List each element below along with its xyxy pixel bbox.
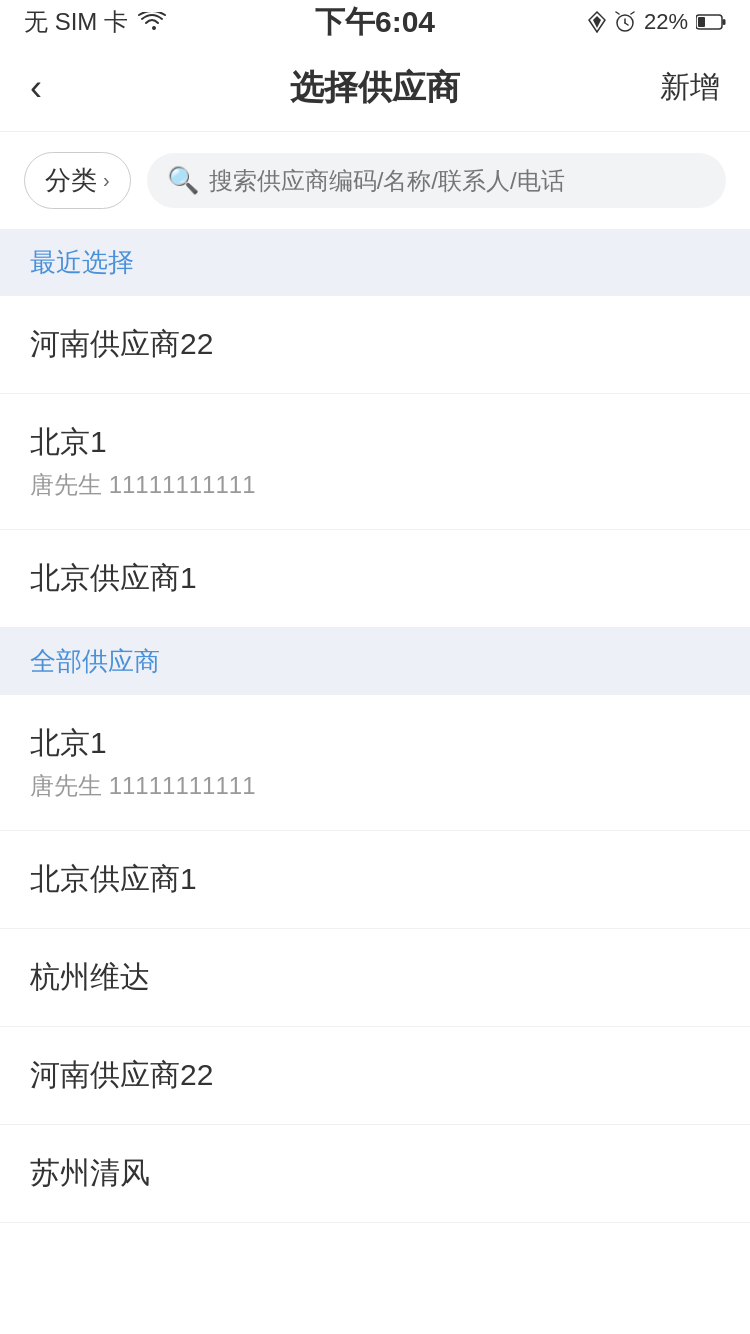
alarm-icon <box>614 11 636 33</box>
category-button[interactable]: 分类 › <box>24 152 131 209</box>
battery-icon <box>696 14 726 30</box>
item-name: 河南供应商22 <box>30 324 720 365</box>
chevron-right-icon: › <box>103 169 110 192</box>
item-name: 北京供应商1 <box>30 558 720 599</box>
item-name: 苏州清风 <box>30 1153 720 1194</box>
list-item[interactable]: 河南供应商22 <box>0 1027 750 1125</box>
status-right: 22% <box>588 9 726 35</box>
all-section-header: 全部供应商 <box>0 628 750 695</box>
list-item[interactable]: 北京1 唐先生 11111111111 <box>0 695 750 831</box>
svg-line-3 <box>616 12 619 14</box>
item-name: 北京1 <box>30 723 720 764</box>
list-item[interactable]: 苏州清风 <box>0 1125 750 1223</box>
item-name: 河南供应商22 <box>30 1055 720 1096</box>
list-item[interactable]: 北京供应商1 <box>0 831 750 929</box>
search-input[interactable] <box>209 167 706 195</box>
item-sub: 唐先生 11111111111 <box>30 770 720 802</box>
status-bar: 无 SIM 卡 下午6:04 22% <box>0 0 750 44</box>
nav-bar: ‹ 选择供应商 新增 <box>0 44 750 132</box>
recent-section-header: 最近选择 <box>0 229 750 296</box>
wifi-icon <box>138 12 166 32</box>
all-list: 北京1 唐先生 11111111111 北京供应商1 杭州维达河南供应商22 苏州清风 <box>0 695 750 1223</box>
add-button[interactable]: 新增 <box>660 67 720 108</box>
item-sub: 唐先生 11111111111 <box>30 469 720 501</box>
svg-rect-7 <box>698 17 705 27</box>
search-bar: 分类 › 🔍 <box>0 132 750 229</box>
list-item[interactable]: 北京1 唐先生 11111111111 <box>0 394 750 530</box>
back-button[interactable]: ‹ <box>30 67 90 109</box>
list-item[interactable]: 河南供应商22 <box>0 296 750 394</box>
item-name: 北京供应商1 <box>30 859 720 900</box>
svg-line-2 <box>625 23 628 25</box>
location-icon <box>588 11 606 33</box>
list-item[interactable]: 杭州维达 <box>0 929 750 1027</box>
recent-list: 河南供应商22 北京1 唐先生 11111111111 北京供应商1 <box>0 296 750 628</box>
item-name: 杭州维达 <box>30 957 720 998</box>
search-input-wrap: 🔍 <box>147 153 726 208</box>
recent-section-label: 最近选择 <box>30 247 134 277</box>
svg-line-4 <box>631 12 634 14</box>
list-item[interactable]: 北京供应商1 <box>0 530 750 628</box>
status-left: 无 SIM 卡 <box>24 6 166 38</box>
item-name: 北京1 <box>30 422 720 463</box>
category-label: 分类 <box>45 163 97 198</box>
status-time: 下午6:04 <box>315 2 435 43</box>
all-section-label: 全部供应商 <box>30 646 160 676</box>
sim-label: 无 SIM 卡 <box>24 6 128 38</box>
battery-percent: 22% <box>644 9 688 35</box>
search-icon: 🔍 <box>167 165 199 196</box>
svg-rect-6 <box>723 19 726 25</box>
page-title: 选择供应商 <box>290 65 460 111</box>
